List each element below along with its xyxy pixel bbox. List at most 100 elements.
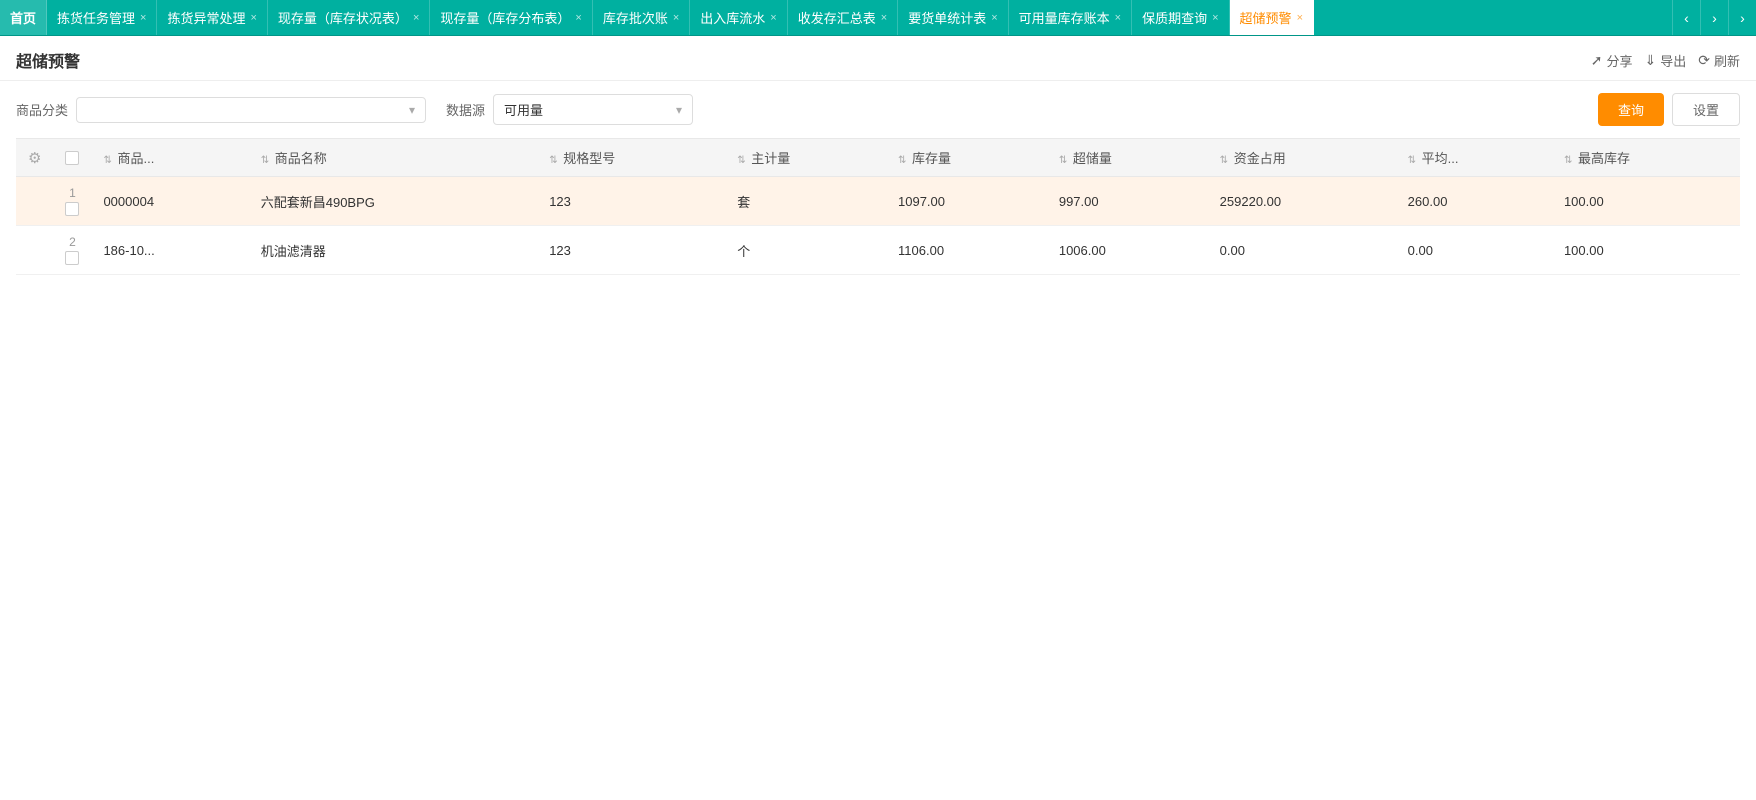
nav-label: 要货单统计表 — [908, 8, 986, 27]
th-max-inventory-label: 最高库存 — [1578, 151, 1630, 166]
row-unit: 个 — [725, 226, 886, 275]
th-product-code[interactable]: ⇅ 商品... — [91, 139, 248, 177]
sort-icon: ⇅ — [261, 155, 269, 166]
th-product-code-label: 商品... — [117, 151, 154, 166]
sort-icon: ⇅ — [1059, 155, 1067, 166]
select-all-checkbox[interactable] — [65, 151, 79, 165]
th-overstock-label: 超储量 — [1073, 151, 1112, 166]
nav-label: 现存量（库存分布表） — [440, 8, 570, 27]
sort-icon: ⇅ — [1408, 155, 1416, 166]
th-overstock[interactable]: ⇅ 超储量 — [1047, 139, 1208, 177]
export-button[interactable]: ⇓ 导出 — [1645, 51, 1687, 70]
row-index: 1 — [53, 177, 91, 226]
row-spec: 123 — [537, 226, 725, 275]
close-icon[interactable]: × — [250, 12, 256, 24]
datasource-label: 数据源 — [446, 100, 485, 119]
row-capital: 259220.00 — [1208, 177, 1396, 226]
nav-expand-button[interactable]: › — [1728, 0, 1756, 35]
table-row: 2 186-10... 机油滤清器 123 个 1106.00 1006.00 … — [16, 226, 1740, 275]
th-unit[interactable]: ⇅ 主计量 — [725, 139, 886, 177]
header-actions: ➚ 分享 ⇓ 导出 ⟳ 刷新 — [1591, 51, 1740, 70]
close-icon[interactable]: × — [881, 12, 887, 24]
table-row: 1 0000004 六配套新昌490BPG 123 套 1097.00 997.… — [16, 177, 1740, 226]
close-icon[interactable]: × — [1115, 12, 1121, 24]
th-inventory[interactable]: ⇅ 库存量 — [886, 139, 1047, 177]
refresh-icon: ⟳ — [1698, 52, 1710, 69]
close-icon[interactable]: × — [770, 12, 776, 24]
sort-icon: ⇅ — [103, 155, 111, 166]
filter-actions: 查询 设置 — [1598, 93, 1740, 126]
share-button[interactable]: ➚ 分享 — [1591, 51, 1633, 70]
th-spec[interactable]: ⇅ 规格型号 — [537, 139, 725, 177]
share-label: 分享 — [1606, 51, 1632, 70]
th-max-inventory[interactable]: ⇅ 最高库存 — [1552, 139, 1740, 177]
close-icon[interactable]: × — [140, 12, 146, 24]
th-capital-label: 资金占用 — [1234, 151, 1286, 166]
row-index: 2 — [53, 226, 91, 275]
table-container: ⚙ ⇅ 商品... ⇅ 商品名称 — [0, 138, 1756, 275]
query-button[interactable]: 查询 — [1598, 93, 1664, 126]
nav-label: 库存批次账 — [603, 8, 668, 27]
row-checkbox[interactable] — [65, 202, 79, 216]
category-select[interactable]: ▾ — [76, 97, 426, 123]
row-avg: 0.00 — [1396, 226, 1552, 275]
nav-item-available-account[interactable]: 可用量库存账本 × — [1009, 0, 1132, 35]
sort-icon: ⇅ — [549, 155, 557, 166]
nav-item-batch-account[interactable]: 库存批次账 × — [593, 0, 690, 35]
row-product-name: 六配套新昌490BPG — [249, 177, 537, 226]
top-nav: 首页 拣货任务管理 × 拣货异常处理 × 现存量（库存状况表） × 现存量（库存… — [0, 0, 1756, 36]
nav-next-button[interactable]: › — [1700, 0, 1728, 35]
row-overstock: 1006.00 — [1047, 226, 1208, 275]
nav-prev-button[interactable]: ‹ — [1672, 0, 1700, 35]
refresh-button[interactable]: ⟳ 刷新 — [1698, 51, 1740, 70]
datasource-select[interactable]: 可用量 ▾ — [493, 94, 693, 125]
nav-item-inventory-status[interactable]: 现存量（库存状况表） × — [268, 0, 430, 35]
nav-item-task-mgmt[interactable]: 拣货任务管理 × — [47, 0, 157, 35]
th-product-name[interactable]: ⇅ 商品名称 — [249, 139, 537, 177]
nav-item-quality-period[interactable]: 保质期查询 × — [1132, 0, 1229, 35]
row-inventory: 1106.00 — [886, 226, 1047, 275]
sort-icon: ⇅ — [737, 155, 745, 166]
nav-label: 可用量库存账本 — [1019, 8, 1110, 27]
export-icon: ⇓ — [1645, 52, 1657, 69]
nav-label: 超储预警 — [1240, 8, 1292, 27]
sort-icon: ⇅ — [898, 155, 906, 166]
row-unit: 套 — [725, 177, 886, 226]
nav-label: 拣货任务管理 — [57, 8, 135, 27]
row-gear-cell — [16, 226, 53, 275]
row-product-code: 0000004 — [91, 177, 248, 226]
nav-item-overstock-alert[interactable]: 超储预警 × — [1230, 0, 1314, 35]
nav-item-order-stats[interactable]: 要货单统计表 × — [898, 0, 1008, 35]
nav-item-home[interactable]: 首页 — [0, 0, 47, 35]
close-icon[interactable]: × — [413, 12, 419, 24]
refresh-label: 刷新 — [1714, 51, 1740, 70]
close-icon[interactable]: × — [991, 12, 997, 24]
row-gear-cell — [16, 177, 53, 226]
row-checkbox[interactable] — [65, 251, 79, 265]
th-unit-label: 主计量 — [751, 151, 790, 166]
th-product-name-label: 商品名称 — [275, 151, 327, 166]
chevron-down-icon: ▾ — [409, 103, 415, 117]
data-table: ⚙ ⇅ 商品... ⇅ 商品名称 — [16, 138, 1740, 275]
close-icon[interactable]: × — [673, 12, 679, 24]
settings-button[interactable]: 设置 — [1672, 93, 1740, 126]
nav-home-label: 首页 — [10, 8, 36, 27]
close-icon[interactable]: × — [1212, 12, 1218, 24]
nav-label: 现存量（库存状况表） — [278, 8, 408, 27]
nav-label: 收发存汇总表 — [798, 8, 876, 27]
datasource-select-value: 可用量 — [504, 100, 676, 119]
chevron-down-icon: ▾ — [676, 103, 682, 117]
nav-item-inventory-dist[interactable]: 现存量（库存分布表） × — [430, 0, 592, 35]
close-icon[interactable]: × — [1297, 12, 1303, 24]
th-capital[interactable]: ⇅ 资金占用 — [1208, 139, 1396, 177]
th-avg[interactable]: ⇅ 平均... — [1396, 139, 1552, 177]
row-capital: 0.00 — [1208, 226, 1396, 275]
category-filter: 商品分类 ▾ — [16, 97, 426, 123]
sort-icon: ⇅ — [1220, 155, 1228, 166]
close-icon[interactable]: × — [575, 12, 581, 24]
nav-label: 保质期查询 — [1142, 8, 1207, 27]
gear-icon[interactable]: ⚙ — [28, 150, 41, 167]
nav-item-abnormal[interactable]: 拣货异常处理 × — [157, 0, 267, 35]
nav-item-inout-flow[interactable]: 出入库流水 × — [690, 0, 787, 35]
nav-item-recv-summary[interactable]: 收发存汇总表 × — [788, 0, 898, 35]
